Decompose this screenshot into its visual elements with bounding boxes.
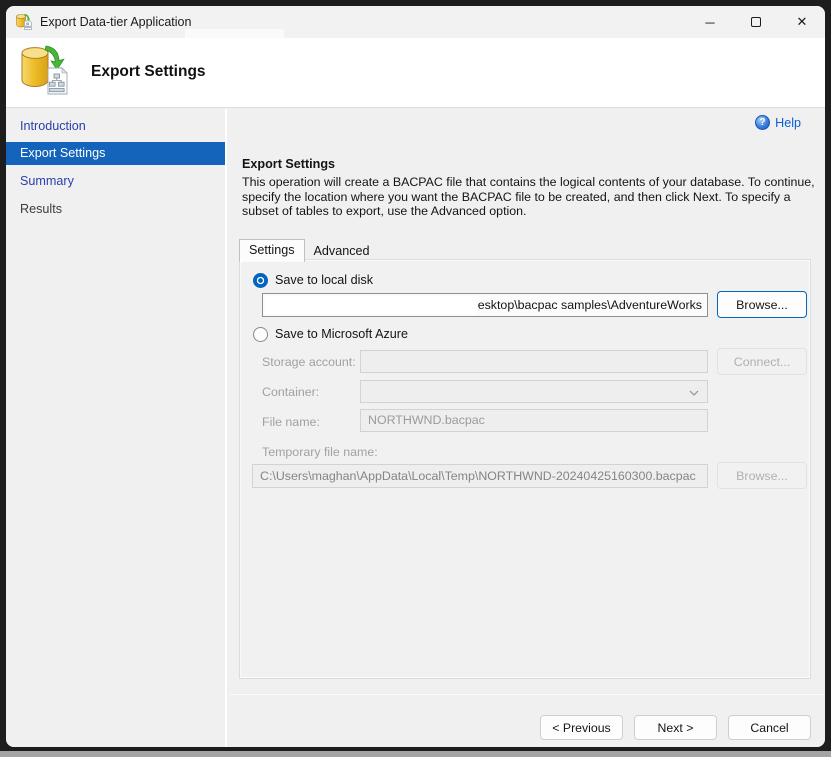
settings-tab-panel: Save to local disk Browse... Save to Mic…: [239, 259, 811, 679]
cancel-button[interactable]: Cancel: [728, 715, 811, 740]
window-title: Export Data-tier Application: [40, 15, 191, 29]
save-azure-radio[interactable]: [253, 327, 268, 342]
storage-account-label: Storage account:: [262, 355, 356, 369]
maximize-icon: [751, 17, 761, 27]
local-path-input[interactable]: [262, 293, 708, 317]
tab-strip: Settings Advanced: [239, 239, 379, 261]
browse-temp-button: Browse...: [717, 462, 807, 489]
connect-button: Connect...: [717, 348, 807, 375]
container-label: Container:: [262, 385, 319, 399]
maximize-button[interactable]: [733, 6, 779, 38]
previous-button[interactable]: < Previous: [540, 715, 623, 740]
next-button[interactable]: Next >: [634, 715, 717, 740]
footer-divider: [230, 694, 823, 695]
close-button[interactable]: ✕: [779, 6, 825, 38]
section-description: This operation will create a BACPAC file…: [242, 175, 818, 219]
tab-advanced[interactable]: Advanced: [305, 241, 379, 261]
local-path-field-wrap: [262, 293, 708, 317]
nav-item-summary[interactable]: Summary: [6, 170, 225, 192]
screen: Export Data-tier Application ─ ✕: [0, 0, 831, 757]
section-heading: Export Settings: [242, 157, 335, 171]
chevron-down-icon: [688, 385, 700, 397]
titlebar[interactable]: Export Data-tier Application ─ ✕: [6, 6, 825, 38]
temporary-file-name-label: Temporary file name:: [262, 445, 378, 459]
nav-item-export-settings[interactable]: Export Settings: [6, 142, 225, 165]
save-azure-label: Save to Microsoft Azure: [275, 327, 408, 341]
minimize-button[interactable]: ─: [687, 6, 733, 38]
window-shadow-strip: [0, 751, 831, 757]
browse-local-button[interactable]: Browse...: [717, 291, 807, 318]
temporary-file-path-input: C:\Users\maghan\AppData\Local\Temp\NORTH…: [252, 464, 708, 488]
close-icon: ✕: [797, 14, 808, 30]
nav-item-results: Results: [6, 198, 225, 220]
storage-account-input: [360, 350, 708, 373]
app-icon: [15, 13, 33, 31]
tab-settings[interactable]: Settings: [239, 239, 305, 262]
content-pane: ? Help Export Settings This operation wi…: [229, 109, 825, 747]
wizard-step-title: Export Settings: [91, 63, 206, 81]
file-name-input: NORTHWND.bacpac: [360, 409, 708, 432]
help-label: Help: [775, 116, 801, 130]
wizard-header: Export Settings: [6, 38, 825, 108]
save-local-disk-label: Save to local disk: [275, 273, 373, 287]
save-local-disk-radio[interactable]: [253, 273, 268, 288]
wizard-nav: Introduction Export Settings Summary Res…: [6, 109, 227, 747]
minimize-icon: ─: [705, 15, 714, 30]
export-database-icon: [17, 42, 73, 100]
help-icon: ?: [755, 115, 770, 130]
window-controls: ─ ✕: [687, 6, 825, 38]
container-dropdown: [360, 380, 708, 403]
export-data-tier-dialog: Export Data-tier Application ─ ✕: [6, 6, 825, 747]
file-name-label: File name:: [262, 415, 320, 429]
help-link[interactable]: ? Help: [755, 115, 801, 130]
nav-item-introduction[interactable]: Introduction: [6, 115, 225, 137]
